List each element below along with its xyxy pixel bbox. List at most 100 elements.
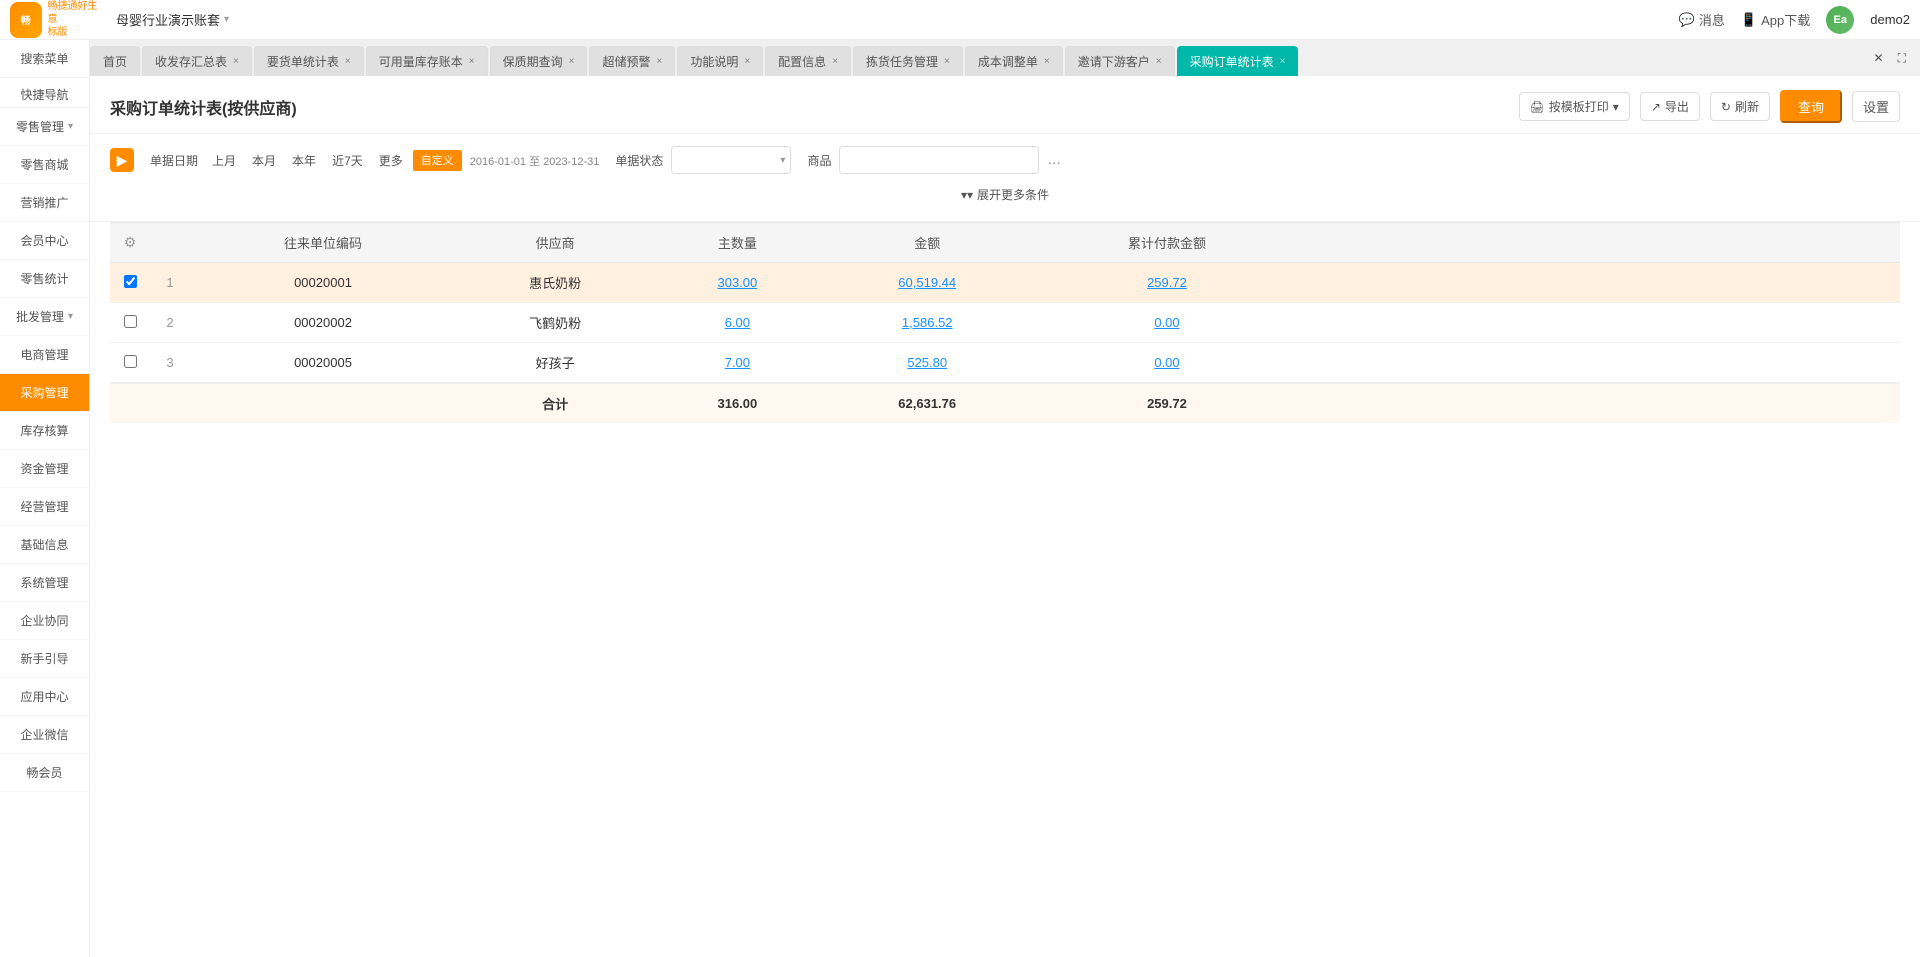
print-button[interactable]: 🖨 按模板打印 ▾: [1519, 92, 1630, 121]
table-header-code: 往来单位编码: [190, 223, 456, 263]
settings-icon[interactable]: ⚙: [124, 234, 137, 250]
sidebar: 搜索菜单 快捷导航 零售管理 ▾ 零售商城 营销推广 会员中心 零售统计 批发管…: [0, 40, 90, 957]
goods-input[interactable]: [839, 146, 1039, 174]
row-code: 00020002: [190, 303, 456, 343]
status-filter-group: 单据状态 ▾: [615, 146, 791, 174]
tab-close-icon[interactable]: ×: [1044, 56, 1050, 67]
tab-chengbendiaozheng[interactable]: 成本调整单 ×: [965, 46, 1063, 76]
row-checkbox[interactable]: [124, 275, 137, 288]
row-num: 1: [150, 263, 190, 303]
tab-bar: 首页 收发存汇总表 × 要货单统计表 × 可用量库存账本 × 保质期查询 × 超…: [90, 40, 1920, 76]
tab-baoyuqi[interactable]: 保质期查询 ×: [490, 46, 588, 76]
sidebar-item-inventory[interactable]: 库存核算: [0, 412, 89, 450]
sidebar-quick-nav[interactable]: 快捷导航: [0, 78, 89, 108]
footer-num: [150, 383, 190, 423]
export-icon: ↗: [1651, 100, 1661, 114]
tab-close-icon[interactable]: ×: [1156, 56, 1162, 67]
sidebar-item-retail-stats[interactable]: 零售统计: [0, 260, 89, 298]
row-extra: [1300, 263, 1900, 303]
table-row[interactable]: 1 00020001 惠氏奶粉 303.00 60,519.44 259.72: [110, 263, 1900, 303]
sidebar-item-member-plus[interactable]: 畅会员: [0, 754, 89, 792]
tab-close-icon[interactable]: ×: [469, 56, 475, 67]
tab-keyongliang[interactable]: 可用量库存账本 ×: [366, 46, 488, 76]
tab-chaochuyujing[interactable]: 超储预警 ×: [589, 46, 675, 76]
main-layout: 搜索菜单 快捷导航 零售管理 ▾ 零售商城 营销推广 会员中心 零售统计 批发管…: [0, 40, 1920, 957]
sidebar-item-retail-mgmt[interactable]: 零售管理 ▾: [0, 108, 89, 146]
tab-close-icon[interactable]: ×: [944, 56, 950, 67]
filter-row: ▶ 单据日期 上月 本月 本年 近7天 更多 自定义 20: [110, 146, 1900, 174]
sidebar-item-ecommerce[interactable]: 电商管理: [0, 336, 89, 374]
more-options-icon[interactable]: ...: [1047, 151, 1060, 169]
sidebar-item-app-center[interactable]: 应用中心: [0, 678, 89, 716]
top-bar: 畅 畅捷通好生意 标版 母婴行业演示账套 ▾ 💬 消息 📱 App下载 Ea d…: [0, 0, 1920, 40]
sidebar-search[interactable]: 搜索菜单: [0, 40, 89, 78]
tab-close-icon[interactable]: ×: [656, 56, 662, 67]
workspace-selector[interactable]: 母婴行业演示账套 ▾: [108, 6, 237, 33]
status-select-wrapper: ▾: [671, 146, 791, 174]
date-option-this-month[interactable]: 本月: [246, 150, 282, 171]
tab-close-icon[interactable]: ×: [744, 56, 750, 67]
app-download-action[interactable]: 📱 App下载: [1741, 10, 1810, 29]
page-content: 采购订单统计表(按供应商) 🖨 按模板打印 ▾ ↗ 导出 ↻ 刷新: [90, 76, 1920, 957]
expand-more-button[interactable]: ▾▾ 展开更多条件: [110, 180, 1900, 209]
message-action[interactable]: 💬 消息: [1679, 10, 1725, 29]
row-checkbox[interactable]: [124, 355, 137, 368]
tab-shoufahuizhong[interactable]: 收发存汇总表 ×: [142, 46, 252, 76]
table-header-num: [150, 223, 190, 263]
page-title: 采购订单统计表(按供应商): [110, 95, 297, 119]
tab-close-all-icon[interactable]: ✕: [1870, 49, 1888, 67]
row-checkbox[interactable]: [124, 315, 137, 328]
tab-tuohuorenwu[interactable]: 拣货任务管理 ×: [853, 46, 963, 76]
sidebar-item-marketing[interactable]: 营销推广: [0, 184, 89, 222]
tab-close-icon[interactable]: ×: [233, 56, 239, 67]
date-option-more[interactable]: 更多: [373, 150, 409, 171]
tab-peizhixinxi[interactable]: 配置信息 ×: [765, 46, 851, 76]
settings-button[interactable]: 设置: [1852, 91, 1900, 122]
export-button[interactable]: ↗ 导出: [1640, 92, 1700, 121]
table-header-quantity: 主数量: [654, 223, 820, 263]
sidebar-item-enterprise-coop[interactable]: 企业协同: [0, 602, 89, 640]
sidebar-item-wholesale-mgmt[interactable]: 批发管理 ▾: [0, 298, 89, 336]
tab-yaoqingxiayou[interactable]: 邀请下游客户 ×: [1065, 46, 1175, 76]
tab-close-icon[interactable]: ×: [345, 56, 351, 67]
tab-yaohuodantongjibiao[interactable]: 要货单统计表 ×: [254, 46, 364, 76]
filter-toggle-button[interactable]: ▶: [110, 148, 134, 172]
query-button[interactable]: 查询: [1780, 90, 1842, 123]
chevron-down-icon: ▾: [68, 121, 73, 132]
tab-close-icon[interactable]: ×: [832, 56, 838, 67]
sidebar-item-enterprise-wechat[interactable]: 企业微信: [0, 716, 89, 754]
logo-area: 畅 畅捷通好生意 标版: [10, 0, 100, 39]
date-range-display: 2016-01-01 至 2023-12-31: [470, 153, 600, 169]
tab-maximize-icon[interactable]: ⛶: [1894, 49, 1910, 68]
row-supplier: 飞鹤奶粉: [456, 303, 654, 343]
tab-home[interactable]: 首页: [90, 46, 140, 76]
row-check[interactable]: [110, 263, 150, 303]
sidebar-item-retail-mall[interactable]: 零售商城: [0, 146, 89, 184]
sidebar-item-finance[interactable]: 资金管理: [0, 450, 89, 488]
sidebar-item-membership[interactable]: 会员中心: [0, 222, 89, 260]
row-check[interactable]: [110, 303, 150, 343]
table-row[interactable]: 3 00020005 好孩子 7.00 525.80 0.00: [110, 343, 1900, 384]
user-name[interactable]: demo2: [1870, 12, 1910, 27]
sidebar-item-system-mgmt[interactable]: 系统管理: [0, 564, 89, 602]
tab-close-icon[interactable]: ×: [569, 56, 575, 67]
sidebar-item-basic-info[interactable]: 基础信息: [0, 526, 89, 564]
row-check[interactable]: [110, 343, 150, 384]
row-paid: 0.00: [1034, 343, 1300, 384]
tab-gongnengshoming[interactable]: 功能说明 ×: [677, 46, 763, 76]
date-options: 上月 本月 本年 近7天 更多 自定义: [206, 150, 462, 171]
table-header-settings[interactable]: ⚙: [110, 223, 150, 263]
refresh-button[interactable]: ↻ 刷新: [1710, 92, 1770, 121]
date-option-this-year[interactable]: 本年: [286, 150, 322, 171]
tab-caigoudingtantongji[interactable]: 采购订单统计表 ×: [1177, 46, 1299, 76]
date-option-7days[interactable]: 近7天: [326, 150, 369, 171]
tab-close-icon[interactable]: ×: [1280, 56, 1286, 67]
status-select[interactable]: [671, 146, 791, 174]
sidebar-item-operations[interactable]: 经营管理: [0, 488, 89, 526]
sidebar-item-purchase-mgmt[interactable]: 采购管理: [0, 374, 89, 412]
sidebar-item-new-user[interactable]: 新手引导: [0, 640, 89, 678]
date-option-last-month[interactable]: 上月: [206, 150, 242, 171]
logo-icon: 畅: [10, 2, 42, 38]
table-row[interactable]: 2 00020002 飞鹤奶粉 6.00 1,586.52 0.00: [110, 303, 1900, 343]
date-custom-badge[interactable]: 自定义: [413, 150, 462, 171]
